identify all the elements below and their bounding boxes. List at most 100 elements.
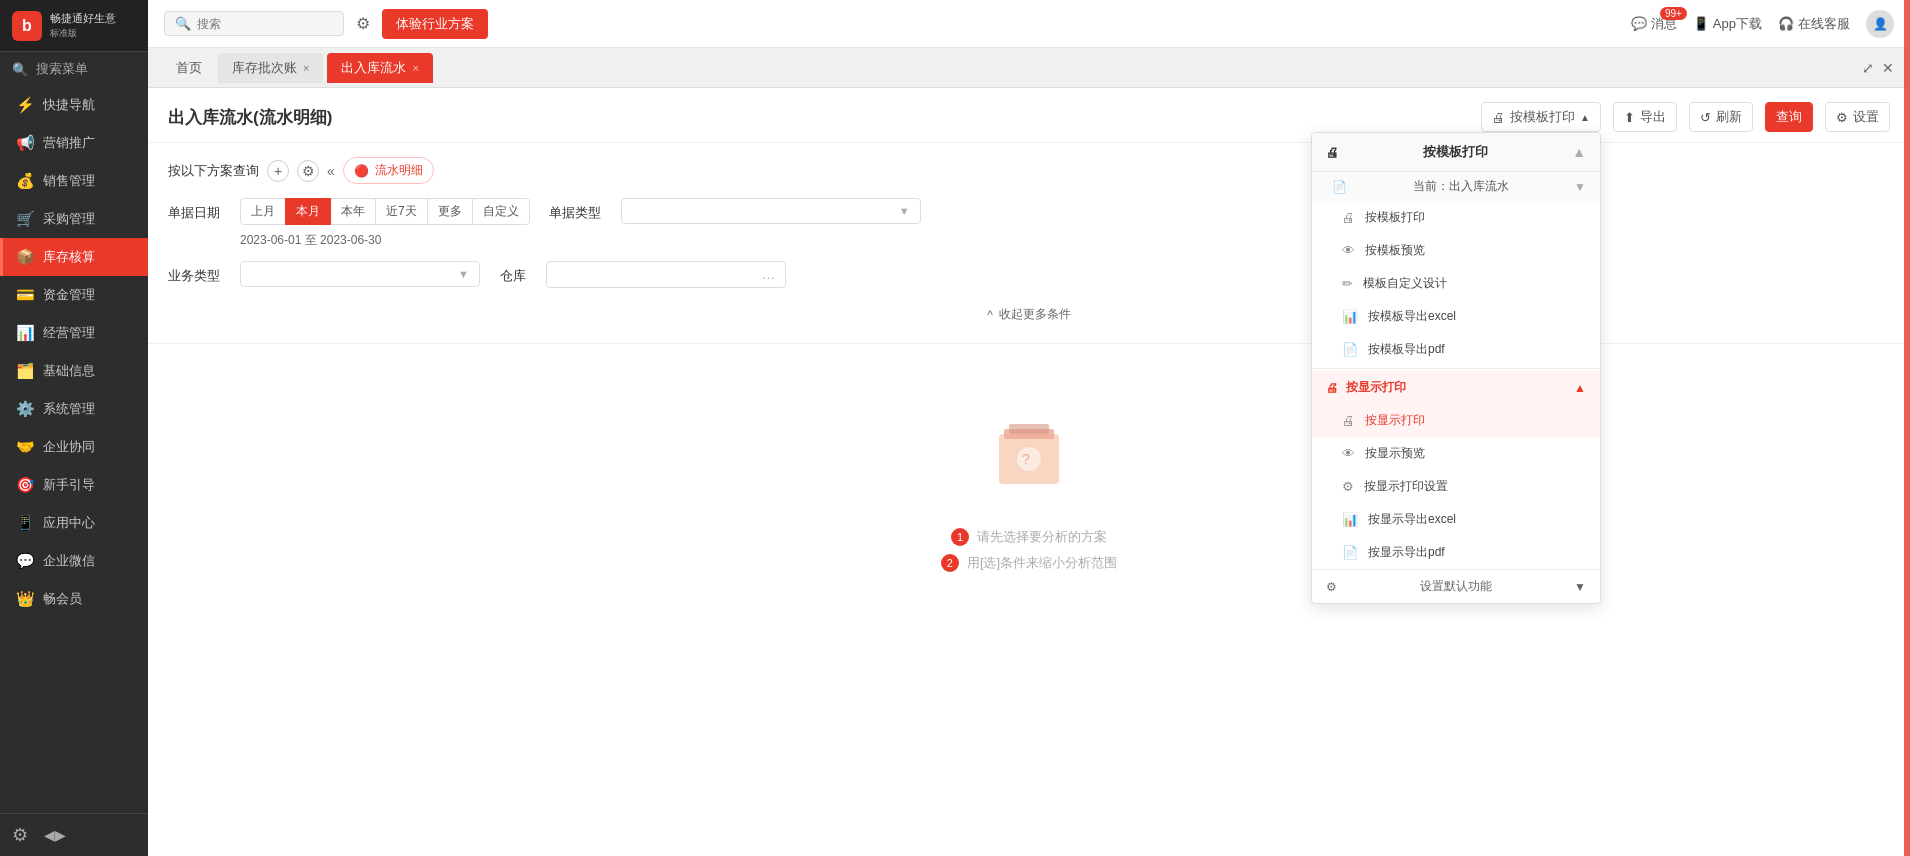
dropdown-header-title: 按模板打印 xyxy=(1423,143,1488,161)
warehouse-more-icon[interactable]: … xyxy=(762,267,775,282)
sidebar-item-finance[interactable]: 💳 资金管理 xyxy=(0,276,148,314)
sidebar-item-member[interactable]: 👑 畅会员 xyxy=(0,580,148,618)
sidebar-item-inventory[interactable]: 📦 库存核算 xyxy=(0,238,148,276)
refresh-btn[interactable]: ↺ 刷新 xyxy=(1689,102,1753,132)
display-print-section-icon: 🖨 xyxy=(1326,381,1338,395)
sidebar-item-label: 企业微信 xyxy=(43,552,95,570)
main-area: 🔍 ⚙ 体验行业方案 💬 消息 99+ 📱 App下载 🎧 在线客服 👤 xyxy=(148,0,1910,856)
business-type-field[interactable]: ▼ xyxy=(240,261,480,287)
app-name: 畅捷通好生意 xyxy=(50,11,116,26)
app-download-btn[interactable]: 📱 App下载 xyxy=(1693,15,1762,33)
dropdown-item-template-customize[interactable]: ✏ 模板自定义设计 xyxy=(1312,267,1600,300)
current-template-label: 📄 当前：出入库流水 ▼ xyxy=(1312,172,1600,201)
sidebar-item-purchase[interactable]: 🛒 采购管理 xyxy=(0,200,148,238)
dropdown-item-display-export-pdf[interactable]: 📄 按显示导出pdf xyxy=(1312,536,1600,569)
messages-btn[interactable]: 💬 消息 99+ xyxy=(1631,15,1677,33)
dropdown-footer[interactable]: ⚙ 设置默认功能 ▼ xyxy=(1312,569,1600,603)
sidebar-item-quick-nav[interactable]: ⚡ 快捷导航 xyxy=(0,86,148,124)
date-btn-custom[interactable]: 自定义 xyxy=(472,198,530,225)
tab-minimize-icon[interactable]: ✕ xyxy=(1882,60,1894,76)
tab-home[interactable]: 首页 xyxy=(164,53,214,83)
template-preview-icon: 👁 xyxy=(1342,243,1355,258)
tab-close-icon[interactable]: × xyxy=(303,62,309,74)
dropdown-item-template-print[interactable]: 🖨 按模板打印 xyxy=(1312,201,1600,234)
sidebar-settings-icon[interactable]: ⚙ xyxy=(12,824,28,846)
basic-icon: 🗂️ xyxy=(15,362,35,380)
online-service-btn[interactable]: 🎧 在线客服 xyxy=(1778,15,1850,33)
dropdown-collapse-btn[interactable]: ▲ xyxy=(1572,144,1586,160)
date-btn-current-month[interactable]: 本月 xyxy=(285,198,331,225)
filter-collapse-btn[interactable]: « xyxy=(327,163,335,179)
voucher-type-field[interactable]: ▼ xyxy=(621,198,921,224)
current-label-icon: 📄 xyxy=(1332,180,1347,194)
settings-btn[interactable]: ⚙ 设置 xyxy=(1825,102,1890,132)
date-btn-last-month[interactable]: 上月 xyxy=(240,198,286,225)
dropdown-item-template-export-pdf[interactable]: 📄 按模板导出pdf xyxy=(1312,333,1600,366)
business-type-input[interactable] xyxy=(251,267,450,281)
sidebar-item-basic[interactable]: 🗂️ 基础信息 xyxy=(0,352,148,390)
empty-step-2: 2 用[选]条件来缩小分析范围 xyxy=(941,554,1117,572)
date-btn-current-year[interactable]: 本年 xyxy=(330,198,376,225)
dropdown-item-display-export-excel[interactable]: 📊 按显示导出excel xyxy=(1312,503,1600,536)
sidebar-item-wecom[interactable]: 💬 企业微信 xyxy=(0,542,148,580)
dropdown-item-display-print[interactable]: 🖨 按显示打印 xyxy=(1312,404,1600,437)
display-export-excel-label: 按显示导出excel xyxy=(1368,511,1456,528)
headset-icon: 🎧 xyxy=(1778,16,1794,31)
display-print-section-header[interactable]: 🖨 按显示打印 ▲ xyxy=(1312,371,1600,404)
quick-nav-icon: ⚡ xyxy=(15,96,35,114)
dropdown-item-template-preview[interactable]: 👁 按模板预览 xyxy=(1312,234,1600,267)
sales-icon: 💰 xyxy=(15,172,35,190)
dropdown-item-template-export-excel[interactable]: 📊 按模板导出excel xyxy=(1312,300,1600,333)
tab-warehouse-flow[interactable]: 出入库流水 × xyxy=(327,53,432,83)
export-btn[interactable]: ⬆ 导出 xyxy=(1613,102,1677,132)
sidebar-item-system[interactable]: ⚙️ 系统管理 xyxy=(0,390,148,428)
sidebar-search[interactable]: 🔍 搜索菜单 xyxy=(0,52,148,86)
warehouse-input[interactable] xyxy=(557,268,754,282)
trial-btn[interactable]: 体验行业方案 xyxy=(382,9,488,39)
collapse-more-btn[interactable]: ^ 收起更多条件 xyxy=(168,300,1890,329)
page-actions: 🖨 按模板打印 ▲ 🖨 按模板打印 ▲ 📄 当前：出入库流 xyxy=(1481,102,1890,132)
logo-text-group: 畅捷通好生意 标准版 xyxy=(50,11,116,39)
date-btn-7days[interactable]: 近7天 xyxy=(375,198,428,225)
tab-maximize-icon[interactable]: ⤢ xyxy=(1862,60,1874,76)
query-btn[interactable]: 查询 xyxy=(1765,102,1813,132)
filter-settings-btn[interactable]: ⚙ xyxy=(297,160,319,182)
search-icon: 🔍 xyxy=(12,62,28,77)
print-btn[interactable]: 🖨 按模板打印 ▲ xyxy=(1481,102,1601,132)
app-logo: b 畅捷通好生意 标准版 xyxy=(0,0,148,52)
display-export-pdf-label: 按显示导出pdf xyxy=(1368,544,1445,561)
right-resize-handle[interactable] xyxy=(1904,0,1910,856)
voucher-type-input[interactable] xyxy=(632,204,891,218)
tab-inventory-batch[interactable]: 库存批次账 × xyxy=(218,53,323,83)
user-avatar[interactable]: 👤 xyxy=(1866,10,1894,38)
date-field-label: 单据日期 xyxy=(168,198,220,222)
sidebar-item-sales[interactable]: 💰 销售管理 xyxy=(0,162,148,200)
sidebar-item-operations[interactable]: 📊 经营管理 xyxy=(0,314,148,352)
sidebar-item-app-center[interactable]: 📱 应用中心 xyxy=(0,504,148,542)
dropdown-item-display-print-settings[interactable]: ⚙ 按显示打印设置 xyxy=(1312,470,1600,503)
operations-icon: 📊 xyxy=(15,324,35,342)
topbar-search-input[interactable] xyxy=(197,17,333,31)
display-print-section-arrow: ▲ xyxy=(1574,381,1586,395)
current-label-text: 当前：出入库流水 xyxy=(1413,178,1509,195)
warehouse-field[interactable]: … xyxy=(546,261,786,288)
empty-step-1-text: 请先选择要分析的方案 xyxy=(977,528,1107,546)
sidebar-collapse-icon[interactable]: ◀▶ xyxy=(44,827,66,843)
topbar-search-box[interactable]: 🔍 xyxy=(164,11,344,36)
page-title: 出入库流水(流水明细) xyxy=(168,106,332,129)
template-preview-label: 按模板预览 xyxy=(1365,242,1425,259)
print-btn-container: 🖨 按模板打印 ▲ 🖨 按模板打印 ▲ 📄 当前：出入库流 xyxy=(1481,102,1601,132)
display-print-icon: 🖨 xyxy=(1342,413,1355,428)
dropdown-item-display-preview[interactable]: 👁 按显示预览 xyxy=(1312,437,1600,470)
filter-add-btn[interactable]: + xyxy=(267,160,289,182)
sidebar-item-newbie[interactable]: 🎯 新手引导 xyxy=(0,466,148,504)
sidebar-item-label: 资金管理 xyxy=(43,286,95,304)
topbar-settings-icon[interactable]: ⚙ xyxy=(356,14,370,33)
tab-close-icon[interactable]: × xyxy=(412,62,418,74)
filter-tag[interactable]: 🔴 流水明细 xyxy=(343,157,434,184)
settings-label: 设置 xyxy=(1853,108,1879,126)
date-btn-more[interactable]: 更多 xyxy=(427,198,473,225)
sidebar-item-label: 新手引导 xyxy=(43,476,95,494)
sidebar-item-enterprise[interactable]: 🤝 企业协同 xyxy=(0,428,148,466)
sidebar-item-marketing[interactable]: 📢 营销推广 xyxy=(0,124,148,162)
